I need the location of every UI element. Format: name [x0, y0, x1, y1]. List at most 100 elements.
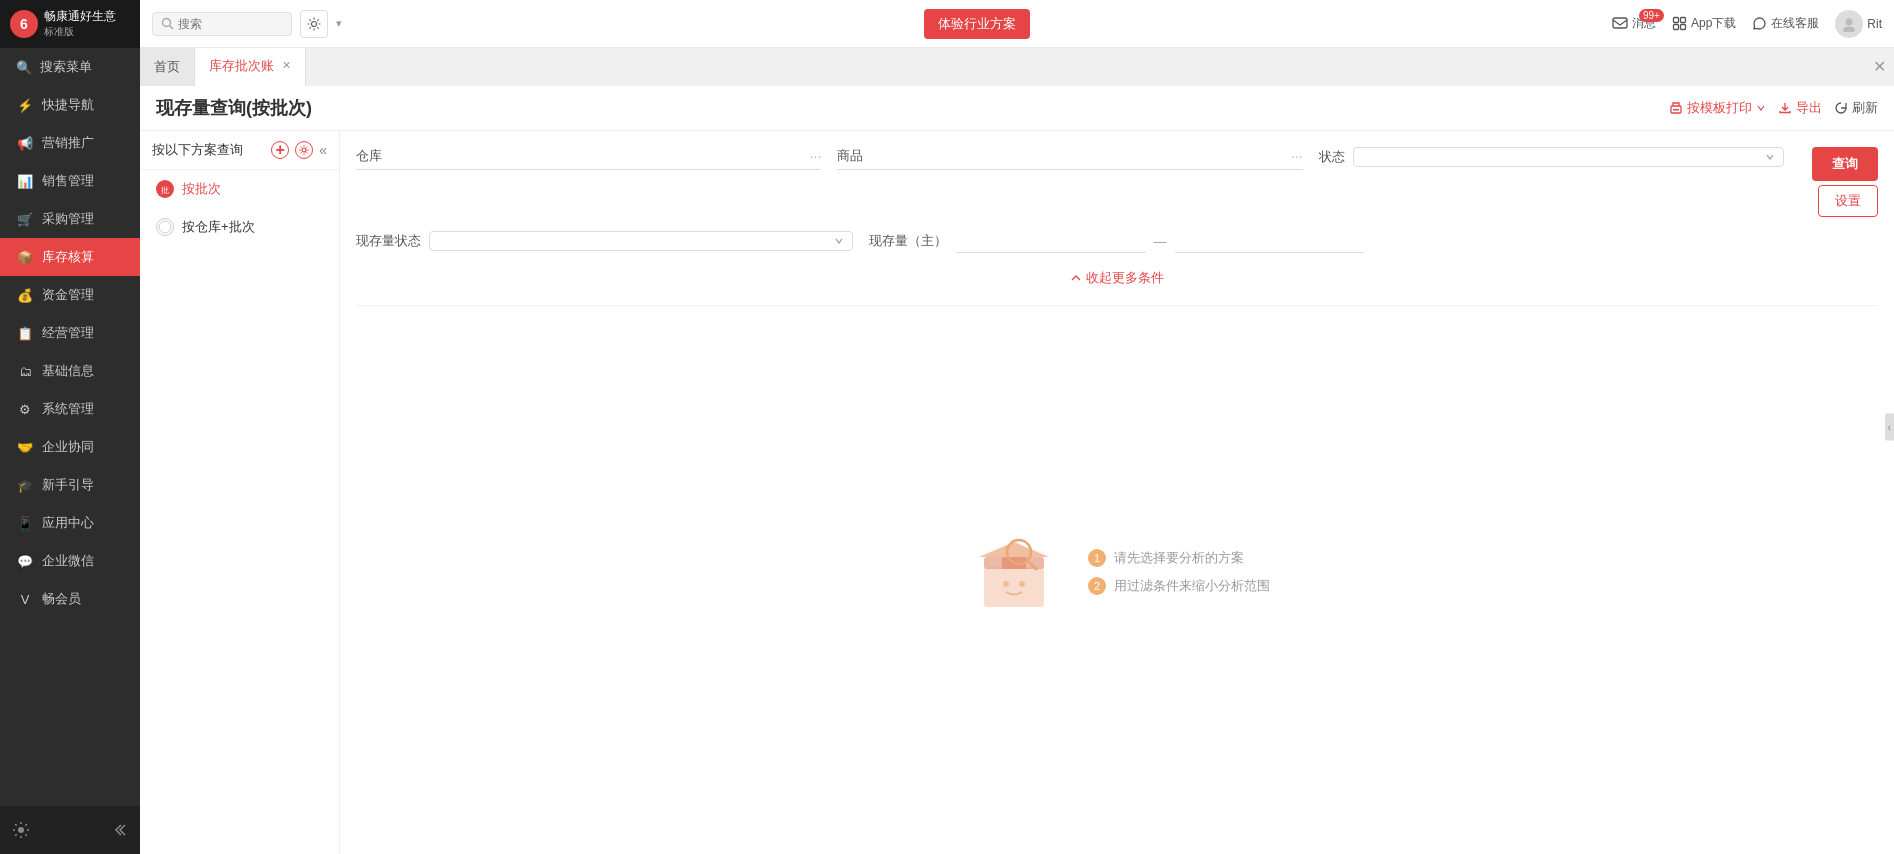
tip-text-2: 用过滤条件来缩小分析范围 [1114, 577, 1270, 595]
svg-line-2 [170, 26, 174, 30]
top-header-right: 消息 99+ App下载 在线客服 [1612, 10, 1882, 38]
logo-icon: 6 [10, 10, 38, 38]
inventory-status-arrow [834, 236, 844, 246]
user-avatar-btn[interactable]: Rit [1835, 10, 1882, 38]
filter-settings-btn[interactable] [295, 141, 313, 159]
dropdown-arrow[interactable]: ▾ [336, 17, 342, 30]
product-field: 商品 ··· [837, 147, 1302, 170]
svg-point-1 [163, 19, 171, 27]
tip-num-1: 1 [1088, 549, 1106, 567]
right-collapse-btn[interactable]: ‹ [1885, 414, 1894, 441]
sidebar-item-purchase[interactable]: 🛒 采购管理 [0, 200, 140, 238]
sales-icon: 📊 [16, 172, 34, 190]
sidebar-item-new-guide[interactable]: 🎓 新手引导 [0, 466, 140, 504]
export-icon [1778, 101, 1792, 115]
trial-btn[interactable]: 体验行业方案 [924, 9, 1030, 39]
filter-header-label: 按以下方案查询 [152, 141, 243, 159]
warehouse-field: 仓库 ··· [356, 147, 821, 170]
warehouse-batch-icon-svg [158, 220, 172, 234]
collapse-sidebar-btn[interactable] [110, 821, 128, 839]
company-info: 畅康通好生意 标准版 [44, 9, 116, 39]
page-actions: 按模板打印 导出 刷新 [1669, 99, 1878, 117]
svg-point-23 [1003, 581, 1009, 587]
sidebar-item-system[interactable]: ⚙ 系统管理 [0, 390, 140, 428]
sidebar-item-app-center[interactable]: 📱 应用中心 [0, 504, 140, 542]
sidebar-item-inventory[interactable]: 📦 库存核算 [0, 238, 140, 276]
new-guide-icon: 🎓 [16, 476, 34, 494]
sidebar-item-basic-info[interactable]: 🗂 基础信息 [0, 352, 140, 390]
search-settings-btn[interactable]: 设置 [1818, 185, 1878, 217]
refresh-btn[interactable]: 刷新 [1834, 99, 1878, 117]
svg-text:批: 批 [161, 186, 169, 195]
warehouse-label: 仓库 [356, 147, 382, 165]
filter-option-warehouse-batch[interactable]: 按仓库+批次 [140, 208, 339, 246]
close-tab-btn[interactable]: ✕ [1873, 57, 1886, 76]
user-display-name: Rit [1867, 17, 1882, 31]
sidebar-item-sales[interactable]: 📊 销售管理 [0, 162, 140, 200]
product-dots-btn[interactable]: ··· [1291, 148, 1303, 164]
messages-btn[interactable]: 消息 99+ [1612, 15, 1656, 32]
inventory-status-dropdown[interactable] [429, 231, 853, 251]
collapse-filter-btn[interactable]: « [319, 142, 327, 158]
tab-close-btn[interactable]: ✕ [282, 59, 291, 72]
search-input[interactable] [178, 17, 278, 31]
sidebar-item-quick-nav[interactable]: ⚡ 快捷导航 [0, 86, 140, 124]
sidebar-item-marketing[interactable]: 📢 营销推广 [0, 124, 140, 162]
basic-info-label: 基础信息 [42, 362, 94, 380]
finance-label: 资金管理 [42, 286, 94, 304]
sidebar-item-finance[interactable]: 💰 资金管理 [0, 276, 140, 314]
svg-point-9 [1846, 18, 1853, 25]
svg-point-13 [302, 148, 306, 152]
inventory-qty-field: 现存量（主） — [869, 229, 1366, 253]
status-dropdown[interactable] [1353, 147, 1784, 167]
status-label: 状态 [1319, 148, 1345, 166]
content-body: 按以下方案查询 + « [140, 131, 1894, 854]
export-btn[interactable]: 导出 [1778, 99, 1822, 117]
operation-label: 经营管理 [42, 324, 94, 342]
svg-marker-19 [979, 542, 1049, 557]
collapse-conditions-btn[interactable]: 收起更多条件 [356, 261, 1878, 295]
empty-tip-1: 1 请先选择要分析的方案 [1088, 549, 1270, 567]
online-service-btn[interactable]: 在线客服 [1752, 15, 1819, 32]
inventory-qty-label: 现存量（主） [869, 232, 947, 250]
add-filter-btn[interactable]: + [271, 141, 289, 159]
global-search-box[interactable] [152, 12, 292, 36]
empty-tips: 1 请先选择要分析的方案 2 用过滤条件来缩小分析范围 [1088, 549, 1270, 595]
search-conditions: 仓库 ··· 商品 ··· 状态 [356, 147, 1878, 306]
refresh-icon [1834, 101, 1848, 115]
app-center-icon: 📱 [16, 514, 34, 532]
tab-home[interactable]: 首页 [140, 48, 195, 86]
right-panel: 仓库 ··· 商品 ··· 状态 [340, 131, 1894, 854]
print-btn[interactable]: 按模板打印 [1669, 99, 1766, 117]
basic-info-icon: 🗂 [16, 362, 34, 380]
sidebar-bottom-bar [0, 806, 140, 854]
settings-icon-btn[interactable] [12, 821, 30, 839]
warehouse-dots-btn[interactable]: ··· [810, 148, 822, 164]
collapse-arrow-icon [1070, 272, 1082, 284]
warehouse-input[interactable] [390, 149, 806, 164]
inventory-qty-max-input[interactable] [1175, 229, 1366, 253]
product-input[interactable] [871, 149, 1287, 164]
query-btn[interactable]: 查询 [1812, 147, 1878, 181]
marketing-label: 营销推广 [42, 134, 94, 152]
filter-option-by-batch[interactable]: 批 按批次 [140, 170, 339, 208]
online-service-label: 在线客服 [1771, 15, 1819, 32]
svg-rect-6 [1680, 18, 1685, 23]
enterprise-wechat-icon: 💬 [16, 552, 34, 570]
sidebar-item-operation[interactable]: 📋 经营管理 [0, 314, 140, 352]
second-condition-row: 现存量状态 现存量（主） — [356, 229, 1878, 253]
sidebar-item-enterprise[interactable]: 🤝 企业协同 [0, 428, 140, 466]
tab-inventory-batch[interactable]: 库存批次账 ✕ [195, 48, 306, 86]
system-icon: ⚙ [16, 400, 34, 418]
svg-rect-5 [1673, 18, 1678, 23]
svg-point-0 [18, 827, 24, 833]
sidebar-item-search-menu[interactable]: 🔍 搜索菜单 [0, 48, 140, 86]
batch-icon-svg: 批 [158, 182, 172, 196]
inventory-qty-min-input[interactable] [955, 229, 1146, 253]
app-download-btn[interactable]: App下载 [1672, 15, 1736, 32]
sidebar-item-enterprise-wechat[interactable]: 💬 企业微信 [0, 542, 140, 580]
inventory-icon: 📦 [16, 248, 34, 266]
marketing-icon: 📢 [16, 134, 34, 152]
settings-button[interactable] [300, 10, 328, 38]
sidebar-item-members[interactable]: V 畅会员 [0, 580, 140, 618]
